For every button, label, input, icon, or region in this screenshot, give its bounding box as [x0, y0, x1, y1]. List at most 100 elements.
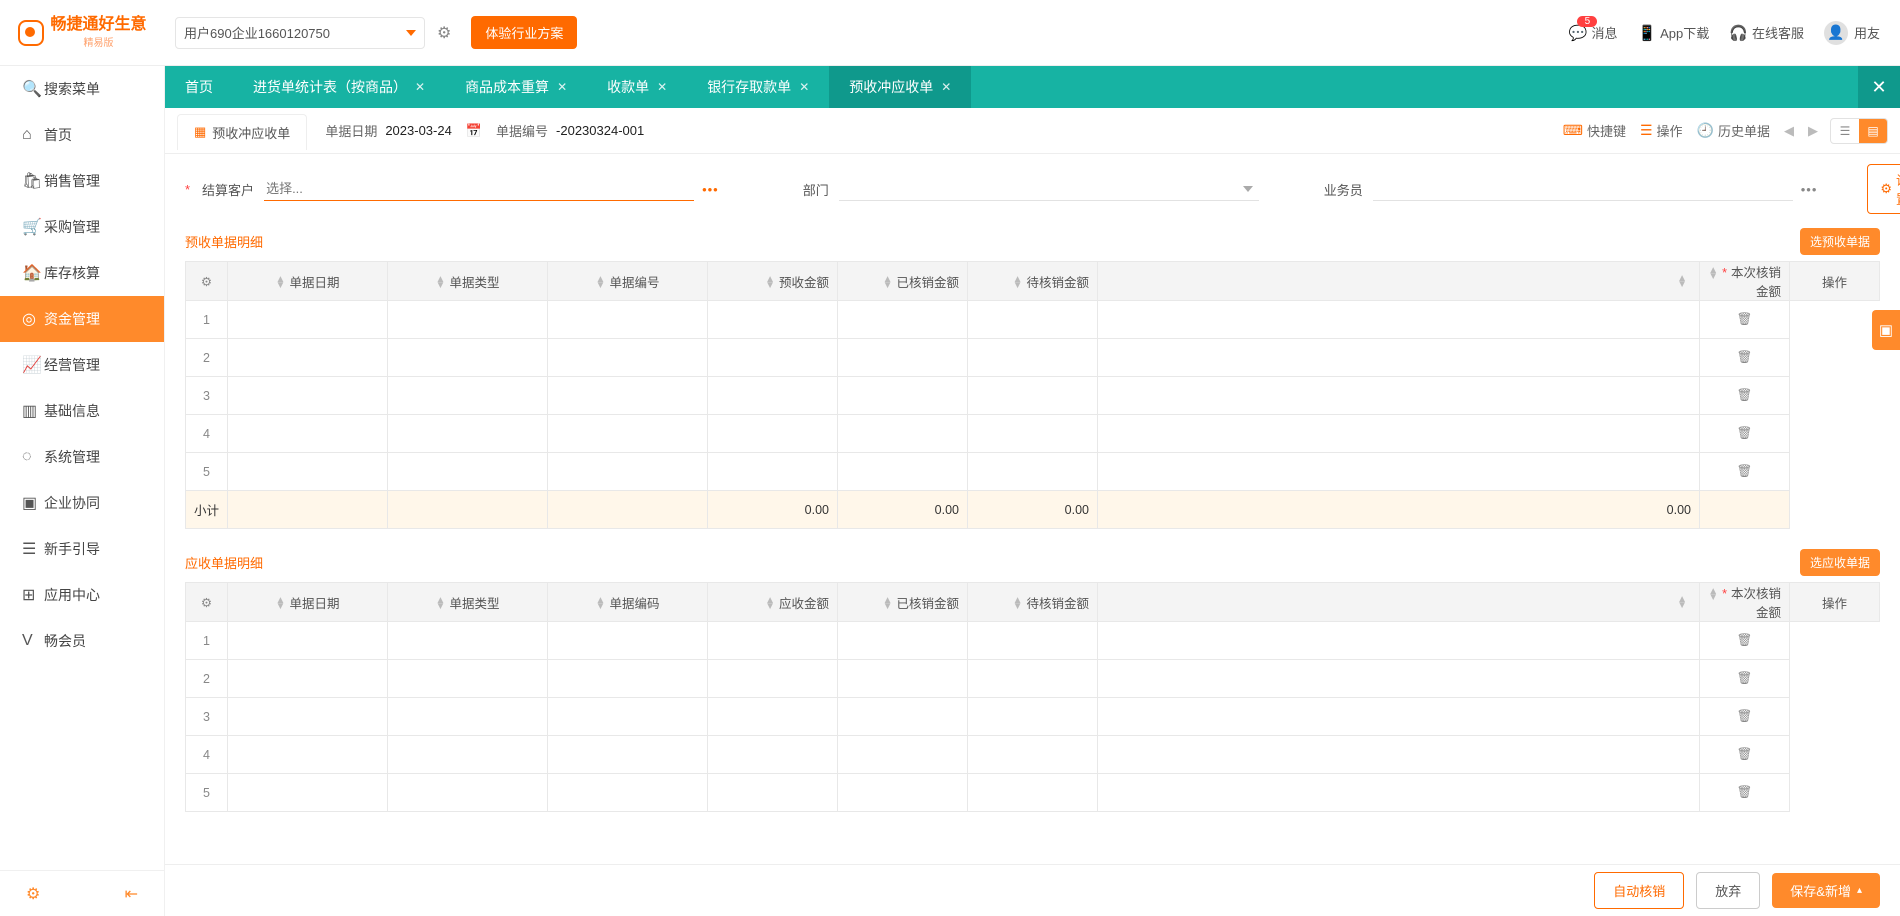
- sort-icon[interactable]: ▲▼: [436, 598, 446, 610]
- delete-icon[interactable]: 🗑: [1737, 785, 1753, 800]
- col-header[interactable]: ▲▼已核销金额: [838, 262, 968, 301]
- delete-icon[interactable]: 🗑: [1737, 671, 1753, 686]
- cell[interactable]: [1098, 377, 1700, 415]
- sidebar-item-9[interactable]: ▣企业协同: [0, 480, 164, 526]
- sort-icon[interactable]: ▲▼: [1013, 277, 1023, 289]
- cell[interactable]: [388, 453, 548, 491]
- cell[interactable]: [228, 698, 388, 736]
- auto-writeoff-button[interactable]: 自动核销: [1594, 872, 1684, 909]
- sidebar-item-11[interactable]: ⊞应用中心: [0, 572, 164, 618]
- col-header[interactable]: ▲▼单据日期: [228, 262, 388, 301]
- cell[interactable]: [838, 622, 968, 660]
- support-link[interactable]: 🎧 在线客服: [1729, 23, 1804, 42]
- pick-prepay-button[interactable]: 选预收单据: [1800, 228, 1880, 255]
- sort-icon[interactable]: ▲▼: [1677, 597, 1687, 609]
- col-header[interactable]: ▲▼单据编号: [548, 262, 708, 301]
- shortcut-link[interactable]: ⌨快捷键: [1563, 121, 1626, 140]
- sort-icon[interactable]: ▲▼: [765, 277, 775, 289]
- cell[interactable]: [1098, 415, 1700, 453]
- view-card[interactable]: ▤: [1859, 119, 1887, 143]
- col-header[interactable]: ▲▼*本次核销金额: [1700, 262, 1790, 301]
- cell[interactable]: [228, 453, 388, 491]
- sort-icon[interactable]: ▲▼: [276, 277, 286, 289]
- table-row[interactable]: 4🗑: [186, 415, 1880, 453]
- table-row[interactable]: 3🗑: [186, 377, 1880, 415]
- sidebar-item-0[interactable]: 🔍搜索菜单: [0, 66, 164, 112]
- cell[interactable]: [388, 660, 548, 698]
- cell[interactable]: [1098, 339, 1700, 377]
- cell[interactable]: [1098, 453, 1700, 491]
- customer-picker-icon[interactable]: •••: [702, 182, 719, 197]
- sidebar-item-6[interactable]: 📈经营管理: [0, 342, 164, 388]
- calendar-icon[interactable]: 📅: [466, 123, 482, 139]
- chevron-down-icon[interactable]: [1243, 186, 1253, 192]
- cell[interactable]: [548, 377, 708, 415]
- view-list[interactable]: ☰: [1831, 119, 1859, 143]
- cell[interactable]: [228, 622, 388, 660]
- cell[interactable]: [708, 377, 838, 415]
- cell[interactable]: [838, 377, 968, 415]
- sort-icon[interactable]: ▲▼: [1677, 276, 1687, 288]
- page-tab-1[interactable]: 进货单统计表（按商品）✕: [233, 66, 445, 108]
- cell[interactable]: [548, 301, 708, 339]
- cell[interactable]: [968, 698, 1098, 736]
- delete-icon[interactable]: 🗑: [1737, 747, 1753, 762]
- tenant-selector[interactable]: 用户690企业1660120750: [175, 17, 425, 49]
- col-header[interactable]: ▲▼单据日期: [228, 583, 388, 622]
- cell[interactable]: [838, 660, 968, 698]
- sort-icon[interactable]: ▲▼: [596, 598, 606, 610]
- sort-icon[interactable]: ▲▼: [883, 598, 893, 610]
- next-doc[interactable]: ▶: [1808, 123, 1818, 139]
- cell[interactable]: [388, 774, 548, 812]
- col-header[interactable]: ▲▼预收金额: [708, 262, 838, 301]
- app-download-link[interactable]: 📱 App下载: [1637, 23, 1709, 42]
- cell[interactable]: [228, 736, 388, 774]
- settings-button[interactable]: ⚙设置: [1867, 164, 1900, 214]
- ops-link[interactable]: ☰操作: [1640, 121, 1683, 140]
- cell[interactable]: [708, 301, 838, 339]
- cell[interactable]: [838, 736, 968, 774]
- delete-icon[interactable]: 🗑: [1737, 426, 1753, 441]
- cell[interactable]: [228, 774, 388, 812]
- delete-icon[interactable]: 🗑: [1737, 388, 1753, 403]
- history-link[interactable]: 🕘历史单据: [1697, 121, 1770, 140]
- col-header[interactable]: ▲▼单据类型: [388, 583, 548, 622]
- table-row[interactable]: 5🗑: [186, 774, 1880, 812]
- delete-icon[interactable]: 🗑: [1737, 633, 1753, 648]
- cell[interactable]: [968, 415, 1098, 453]
- cell[interactable]: [708, 453, 838, 491]
- close-icon[interactable]: ✕: [415, 80, 425, 94]
- cell[interactable]: [1098, 698, 1700, 736]
- sort-icon[interactable]: ▲▼: [276, 598, 286, 610]
- cell[interactable]: [1098, 774, 1700, 812]
- sort-icon[interactable]: ▲▼: [1013, 598, 1023, 610]
- cell[interactable]: [708, 660, 838, 698]
- cell[interactable]: [388, 339, 548, 377]
- cell[interactable]: [968, 377, 1098, 415]
- table-row[interactable]: 1🗑: [186, 301, 1880, 339]
- cell[interactable]: [838, 415, 968, 453]
- close-icon[interactable]: ✕: [941, 80, 951, 94]
- cell[interactable]: [228, 339, 388, 377]
- date-value[interactable]: 2023-03-24: [385, 123, 452, 138]
- col-header[interactable]: ▲▼待核销金额: [968, 583, 1098, 622]
- prev-doc[interactable]: ◀: [1784, 123, 1794, 139]
- discard-button[interactable]: 放弃: [1696, 872, 1760, 909]
- cell[interactable]: [548, 660, 708, 698]
- sidebar-item-10[interactable]: ☰新手引导: [0, 526, 164, 572]
- page-tab-4[interactable]: 银行存取款单✕: [687, 66, 829, 108]
- biz-picker-icon[interactable]: •••: [1801, 182, 1818, 197]
- delete-icon[interactable]: 🗑: [1737, 709, 1753, 724]
- settings-icon[interactable]: ⚙: [26, 884, 40, 904]
- page-tab-5[interactable]: 预收冲应收单✕: [829, 66, 971, 108]
- delete-icon[interactable]: 🗑: [1737, 312, 1753, 327]
- sidebar-item-12[interactable]: V畅会员: [0, 618, 164, 664]
- cell[interactable]: [838, 453, 968, 491]
- cell[interactable]: [1098, 622, 1700, 660]
- page-tab-0[interactable]: 首页: [165, 66, 233, 108]
- cell[interactable]: [838, 339, 968, 377]
- close-icon[interactable]: ✕: [799, 80, 809, 94]
- cell[interactable]: [388, 301, 548, 339]
- cell[interactable]: [968, 339, 1098, 377]
- table-row[interactable]: 1🗑: [186, 622, 1880, 660]
